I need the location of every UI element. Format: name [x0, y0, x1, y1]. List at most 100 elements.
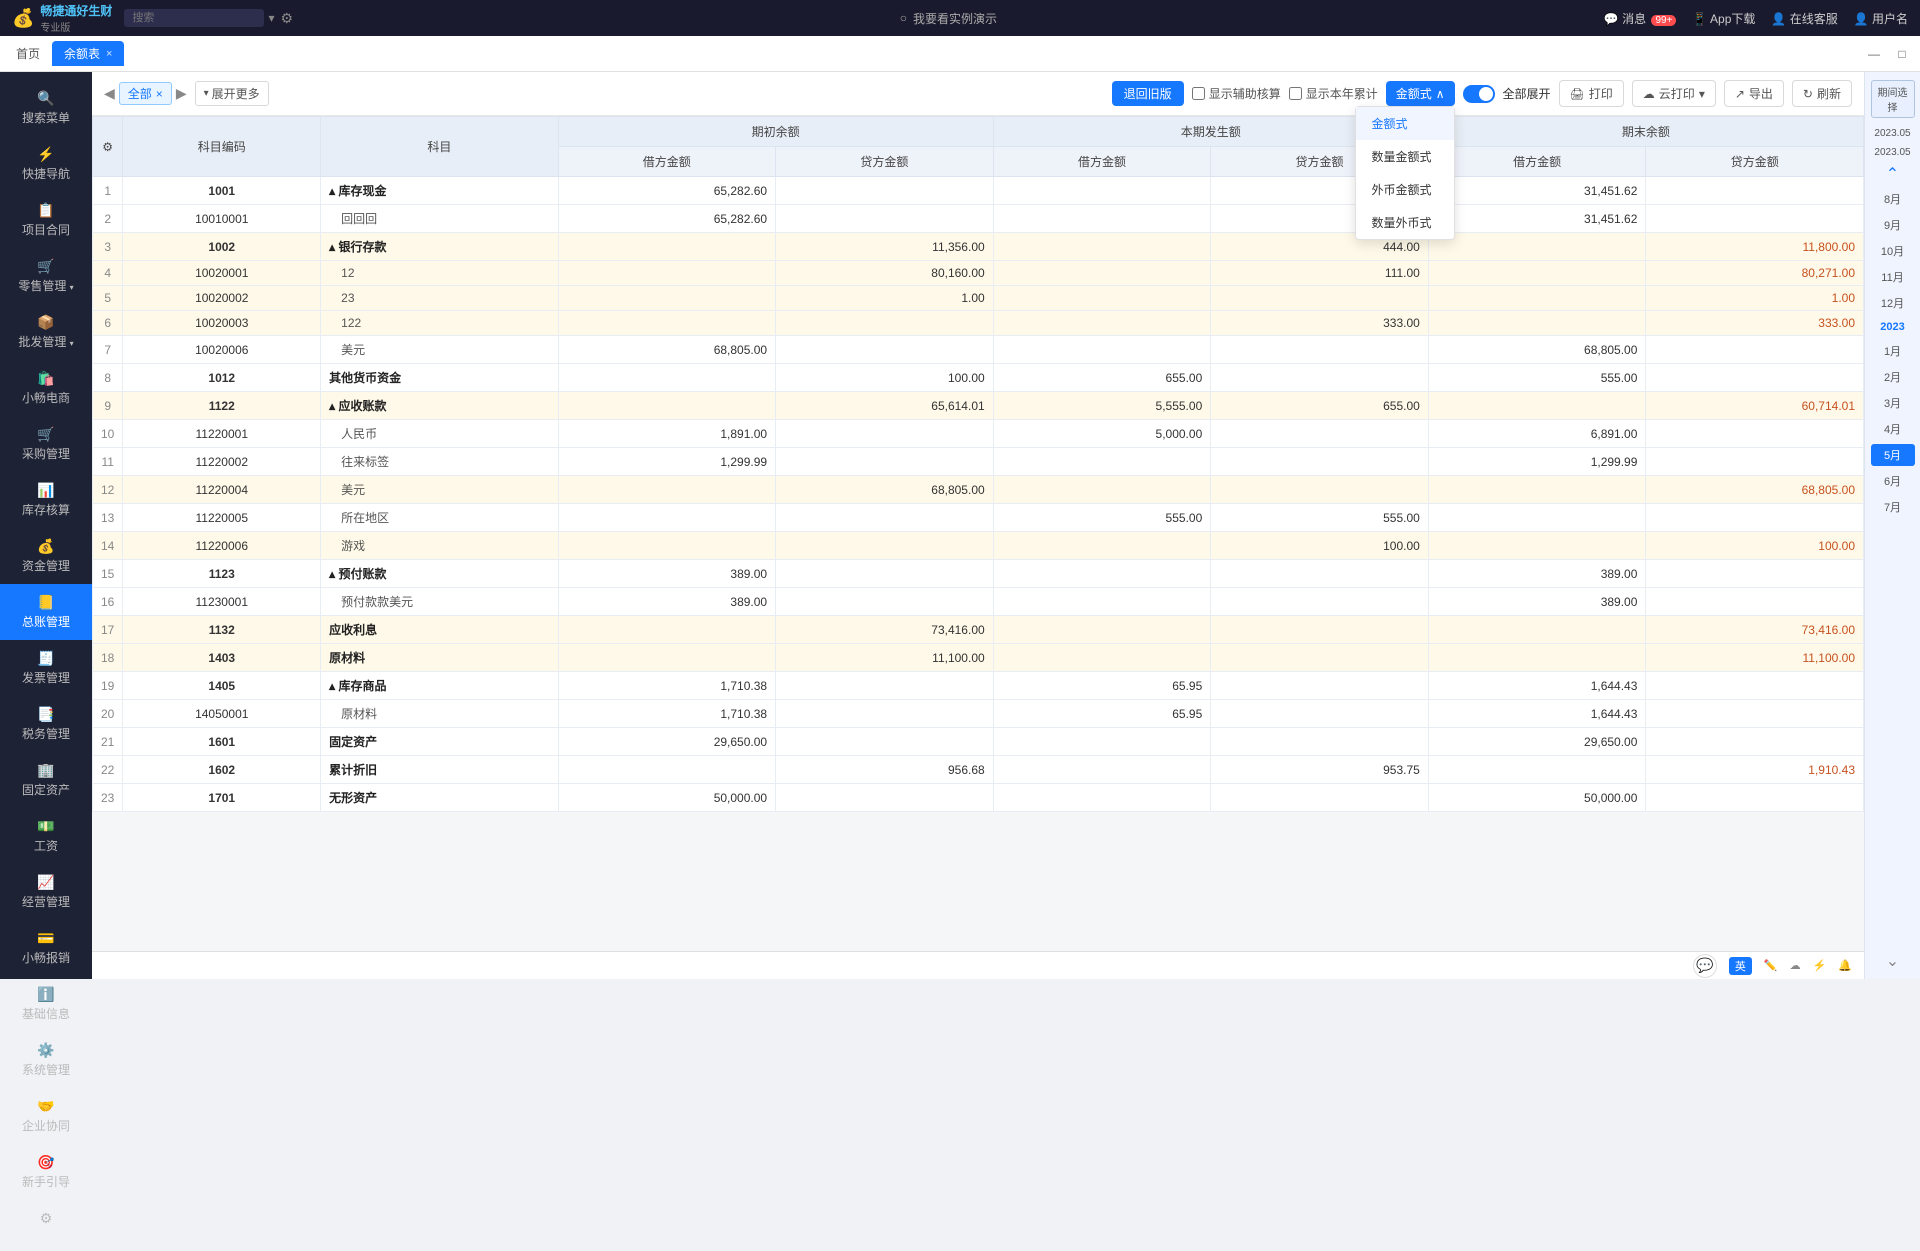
table-row[interactable]: 6 10020003 122 333.00 333.00	[93, 311, 1864, 336]
breadcrumb-remove-icon[interactable]: ×	[156, 87, 163, 101]
period-jul[interactable]: 7月	[1871, 496, 1915, 518]
row-subject[interactable]: 原材料	[321, 700, 558, 728]
status-bell-icon[interactable]: 🔔	[1838, 959, 1852, 972]
row-subject[interactable]: ▴ 预付账款	[321, 560, 558, 588]
period-jan[interactable]: 1月	[1871, 340, 1915, 362]
period-sep[interactable]: 9月	[1871, 214, 1915, 236]
period-down-arrow[interactable]: ⌄	[1886, 951, 1899, 971]
sidebar-item-quicknav[interactable]: ⚡ 快捷导航	[0, 136, 92, 192]
row-subject[interactable]: 预付款款美元	[321, 588, 558, 616]
sidebar-item-salary[interactable]: 💵 工资	[0, 808, 92, 864]
row-subject[interactable]: 回回回	[321, 205, 558, 233]
sidebar-item-tax[interactable]: 📑 税务管理	[0, 696, 92, 752]
sidebar-item-retail[interactable]: 🛒 零售管理 ▾	[0, 248, 92, 304]
sidebar-item-guide[interactable]: 🎯 新手引导	[0, 1144, 92, 1200]
breadcrumb-back-icon[interactable]: ◀	[104, 85, 115, 102]
menu-item-amount[interactable]: 金额式	[1356, 107, 1454, 140]
download-btn[interactable]: 📱 App下载	[1692, 10, 1755, 27]
sidebar-item-management[interactable]: 📈 经营管理	[0, 864, 92, 920]
row-subject[interactable]: 122	[321, 311, 558, 336]
table-row[interactable]: 3 1002 ▴ 银行存款 11,356.00 444.00 11,800.00	[93, 233, 1864, 261]
period-nov[interactable]: 11月	[1871, 266, 1915, 288]
sidebar-item-funds[interactable]: 💰 资金管理	[0, 528, 92, 584]
table-row[interactable]: 14 11220006 游戏 100.00 100.00	[93, 532, 1864, 560]
row-subject[interactable]: 应收利息	[321, 616, 558, 644]
sidebar-item-collab[interactable]: 🤝 企业协同	[0, 1088, 92, 1144]
tab-minimize-btn[interactable]: —	[1864, 44, 1884, 64]
row-subject[interactable]: ▴ 应收账款	[321, 392, 558, 420]
row-subject[interactable]: 无形资产	[321, 784, 558, 812]
sidebar-item-search[interactable]: 🔍 搜索菜单	[0, 80, 92, 136]
sidebar-settings-btn[interactable]: ⚙	[36, 1200, 57, 1239]
table-row[interactable]: 8 1012 其他货币资金 100.00 655.00 555.00	[93, 364, 1864, 392]
expand-more-btn[interactable]: ▾ 展开更多	[195, 81, 269, 106]
row-subject[interactable]: 其他货币资金	[321, 364, 558, 392]
sidebar-item-ecommerce[interactable]: 🛍️ 小畅电商	[0, 360, 92, 416]
row-subject[interactable]: 12	[321, 261, 558, 286]
status-lightning-icon[interactable]: ⚡	[1813, 959, 1827, 972]
sidebar-item-expense[interactable]: 💳 小畅报销	[0, 920, 92, 976]
sidebar-item-ledger[interactable]: 📒 总账管理	[0, 584, 92, 640]
amount-mode-btn[interactable]: 金额式 ∧	[1386, 81, 1455, 106]
print-btn[interactable]: 🖨 打印	[1559, 80, 1624, 107]
status-edit-icon[interactable]: ✏️	[1764, 959, 1778, 972]
sidebar-item-assets[interactable]: 🏢 固定资产	[0, 752, 92, 808]
table-row[interactable]: 22 1602 累计折旧 956.68 953.75 1,910.43	[93, 756, 1864, 784]
row-subject[interactable]: 人民币	[321, 420, 558, 448]
table-row[interactable]: 16 11230001 预付款款美元 389.00 389.00	[93, 588, 1864, 616]
refresh-btn[interactable]: ↻ 刷新	[1792, 80, 1852, 107]
sidebar-item-wholesale[interactable]: 📦 批发管理 ▾	[0, 304, 92, 360]
row-subject[interactable]: ▴ 银行存款	[321, 233, 558, 261]
export-btn[interactable]: ↗ 导出	[1724, 80, 1784, 107]
table-row[interactable]: 9 1122 ▴ 应收账款 65,614.01 5,555.00 655.00 …	[93, 392, 1864, 420]
sidebar-item-purchase[interactable]: 🛒 采购管理	[0, 416, 92, 472]
period-mar[interactable]: 3月	[1871, 392, 1915, 414]
row-subject[interactable]: 往来标签	[321, 448, 558, 476]
status-cloud-icon[interactable]: ☁	[1790, 959, 1801, 972]
cloud-print-btn[interactable]: ☁ 云打印 ▾	[1632, 80, 1716, 107]
tab-maximize-btn[interactable]: □	[1892, 44, 1912, 64]
row-subject[interactable]: 23	[321, 286, 558, 311]
search-input[interactable]	[124, 9, 264, 27]
message-btn[interactable]: 💬 消息 99+	[1604, 10, 1677, 27]
table-row[interactable]: 19 1405 ▴ 库存商品 1,710.38 65.95 1,644.43	[93, 672, 1864, 700]
return-old-btn[interactable]: 退回旧版	[1112, 81, 1184, 106]
sidebar-item-invoice[interactable]: 🧾 发票管理	[0, 640, 92, 696]
breadcrumb-forward-icon[interactable]: ▶	[176, 85, 187, 102]
period-apr[interactable]: 4月	[1871, 418, 1915, 440]
tab-close-btn[interactable]: ×	[106, 48, 112, 60]
lang-switch-btn[interactable]: 英	[1729, 957, 1752, 975]
status-feedback-btn[interactable]: 💬	[1693, 954, 1717, 978]
tab-home[interactable]: 首页	[8, 41, 48, 66]
row-subject[interactable]: 所在地区	[321, 504, 558, 532]
row-subject[interactable]: 美元	[321, 336, 558, 364]
service-btn[interactable]: 👤 在线客服	[1771, 10, 1837, 27]
period-oct[interactable]: 10月	[1871, 240, 1915, 262]
user-btn[interactable]: 👤 用户名	[1854, 10, 1908, 27]
show-assist-checkbox[interactable]: 显示辅助核算	[1192, 85, 1281, 102]
table-row[interactable]: 13 11220005 所在地区 555.00 555.00	[93, 504, 1864, 532]
menu-item-qty-amount[interactable]: 数量金额式	[1356, 140, 1454, 173]
dropdown-icon[interactable]: ▾	[268, 11, 274, 25]
row-subject[interactable]: ▴ 库存现金	[321, 177, 558, 205]
table-row[interactable]: 5 10020002 23 1.00 1.00	[93, 286, 1864, 311]
table-row[interactable]: 2 10010001 回回回 65,282.60 33,830.98 31,45…	[93, 205, 1864, 233]
row-subject[interactable]: ▴ 库存商品	[321, 672, 558, 700]
amount-mode-dropdown[interactable]: 金额式 ∧ 金额式 数量金额式 外币金额式 数量外币式	[1386, 81, 1455, 106]
table-row[interactable]: 11 11220002 往来标签 1,299.99 1,299.99	[93, 448, 1864, 476]
demo-link[interactable]: 我要看实例演示	[913, 10, 997, 27]
table-row[interactable]: 17 1132 应收利息 73,416.00 73,416.00	[93, 616, 1864, 644]
table-row[interactable]: 21 1601 固定资产 29,650.00 29,650.00	[93, 728, 1864, 756]
row-subject[interactable]: 美元	[321, 476, 558, 504]
table-row[interactable]: 18 1403 原材料 11,100.00 11,100.00	[93, 644, 1864, 672]
table-row[interactable]: 12 11220004 美元 68,805.00 68,805.00	[93, 476, 1864, 504]
expand-all-toggle[interactable]	[1463, 85, 1495, 103]
period-dec[interactable]: 12月	[1871, 292, 1915, 314]
table-row[interactable]: 1 1001 ▴ 库存现金 65,282.60 33,830.98 31,451…	[93, 177, 1864, 205]
row-subject[interactable]: 游戏	[321, 532, 558, 560]
row-subject[interactable]: 固定资产	[321, 728, 558, 756]
period-feb[interactable]: 2月	[1871, 366, 1915, 388]
sidebar-item-inventory[interactable]: 📊 库存核算	[0, 472, 92, 528]
show-year-checkbox[interactable]: 显示本年累计	[1289, 85, 1378, 102]
period-up-arrow[interactable]: ⌃	[1886, 164, 1899, 184]
